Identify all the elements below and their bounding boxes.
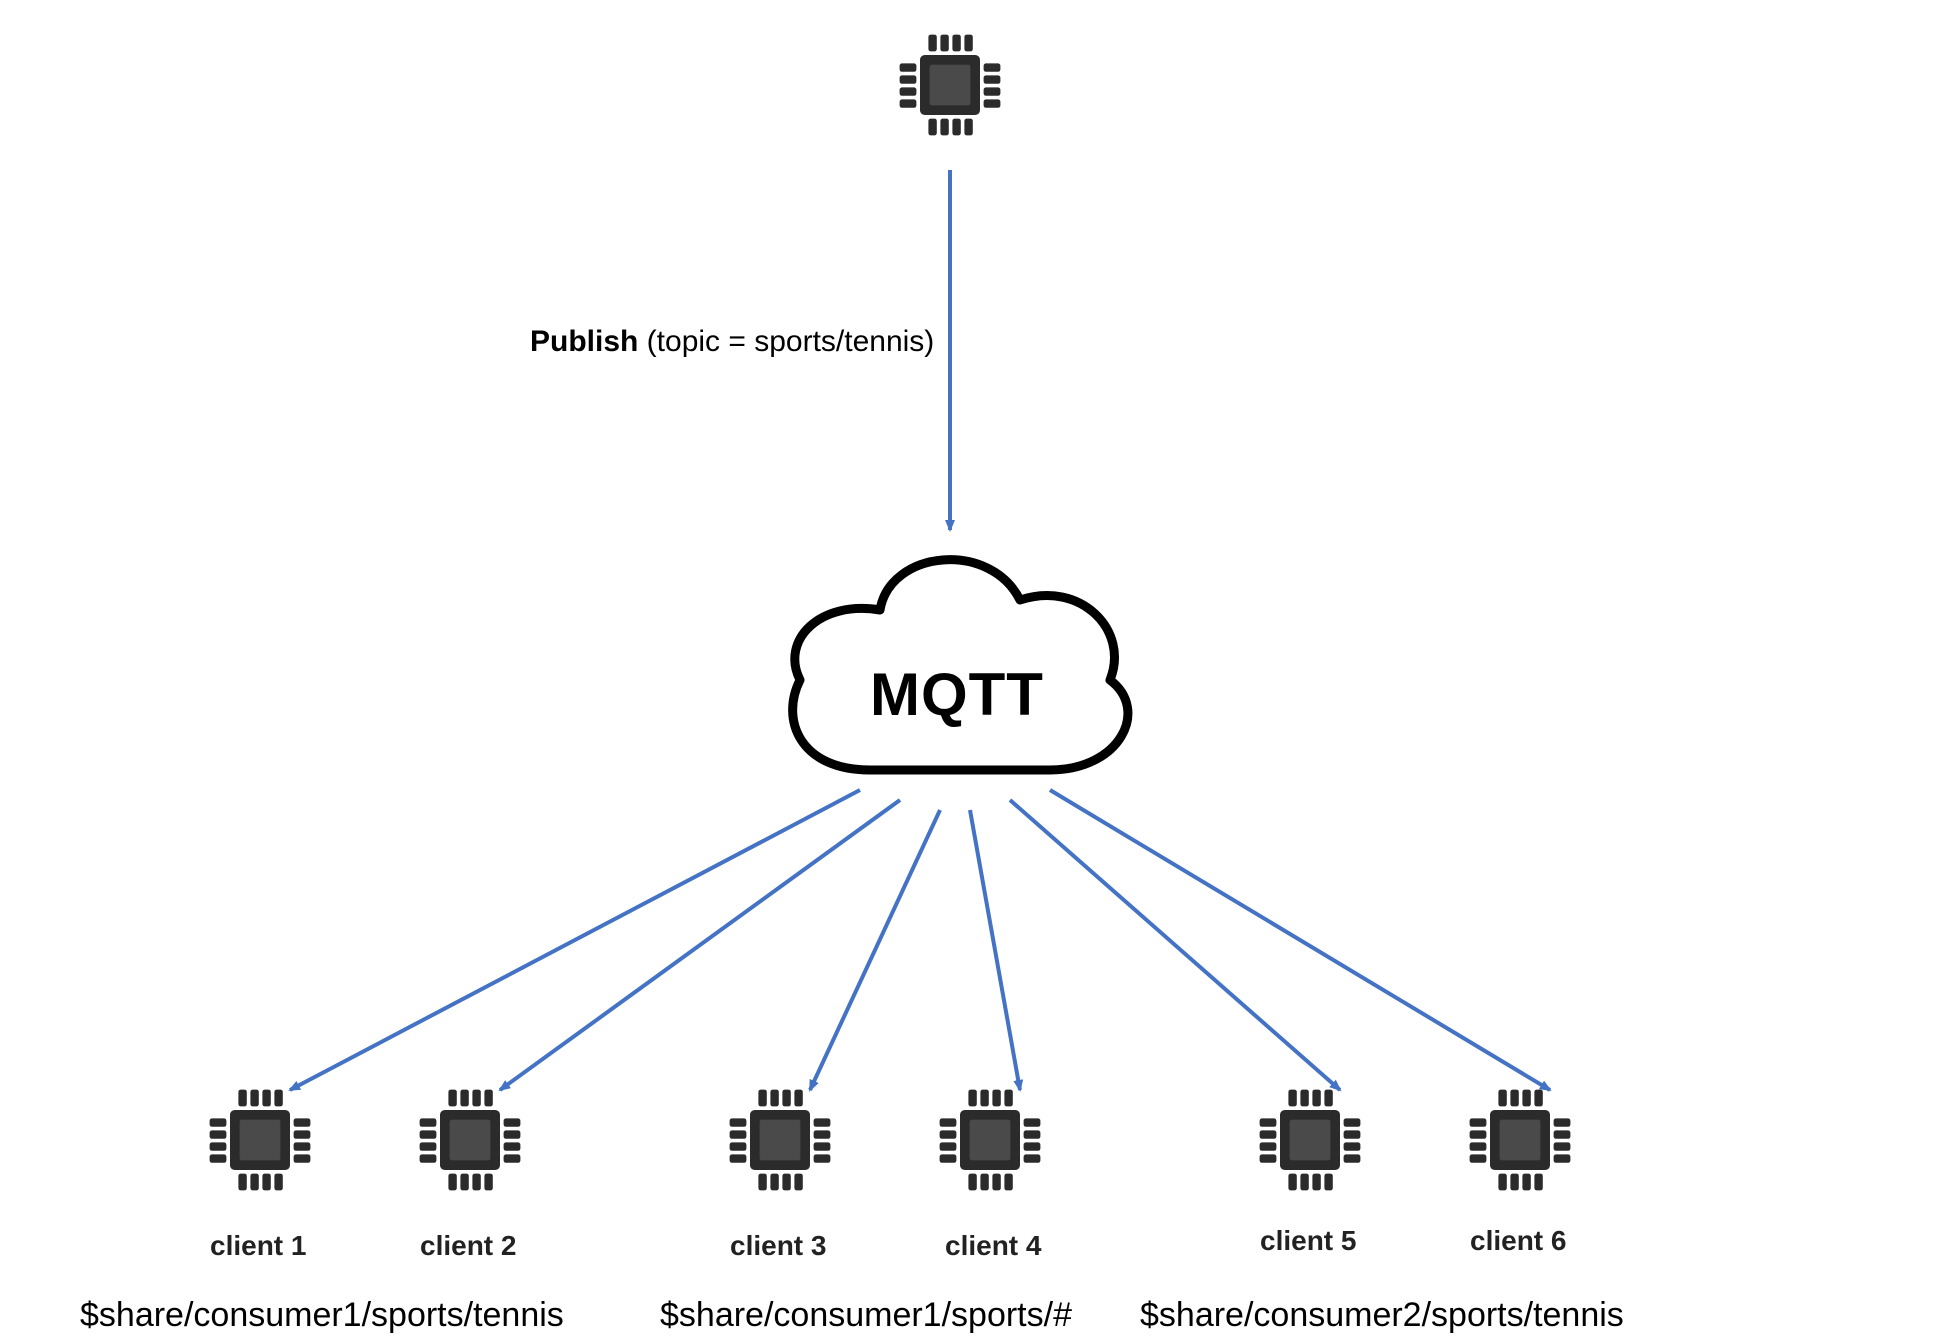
client4-chip-icon — [930, 1080, 1050, 1200]
client1-chip-icon — [200, 1080, 320, 1200]
client1-label: client 1 — [210, 1230, 306, 1262]
client5-label: client 5 — [1260, 1225, 1356, 1257]
publish-label-rest: (topic = sports/tennis) — [638, 325, 934, 358]
group3-topic: $share/consumer2/sports/tennis — [1140, 1296, 1624, 1335]
group2-topic: $share/consumer1/sports/# — [660, 1296, 1072, 1335]
client4-label: client 4 — [945, 1230, 1041, 1262]
client2-label: client 2 — [420, 1230, 516, 1262]
client6-label: client 6 — [1470, 1225, 1566, 1257]
arrow-to-client2 — [500, 800, 900, 1090]
client6-chip-icon — [1460, 1080, 1580, 1200]
arrow-to-client3 — [810, 810, 940, 1090]
client5-chip-icon — [1250, 1080, 1370, 1200]
publisher-chip-icon — [890, 25, 1010, 145]
client3-chip-icon — [720, 1080, 840, 1200]
client3-label: client 3 — [730, 1230, 826, 1262]
broker-label: MQTT — [870, 660, 1044, 729]
arrow-to-client1 — [290, 790, 860, 1090]
publish-label-bold: Publish — [530, 325, 638, 358]
arrow-to-client6 — [1050, 790, 1550, 1090]
publish-label: Publish (topic = sports/tennis) — [530, 325, 934, 359]
group1-topic: $share/consumer1/sports/tennis — [80, 1296, 564, 1335]
diagram-canvas: MQTT Publish (topic = sports/tennis) — [0, 0, 1948, 1344]
client2-chip-icon — [410, 1080, 530, 1200]
arrow-to-client5 — [1010, 800, 1340, 1090]
arrow-to-client4 — [970, 810, 1020, 1090]
